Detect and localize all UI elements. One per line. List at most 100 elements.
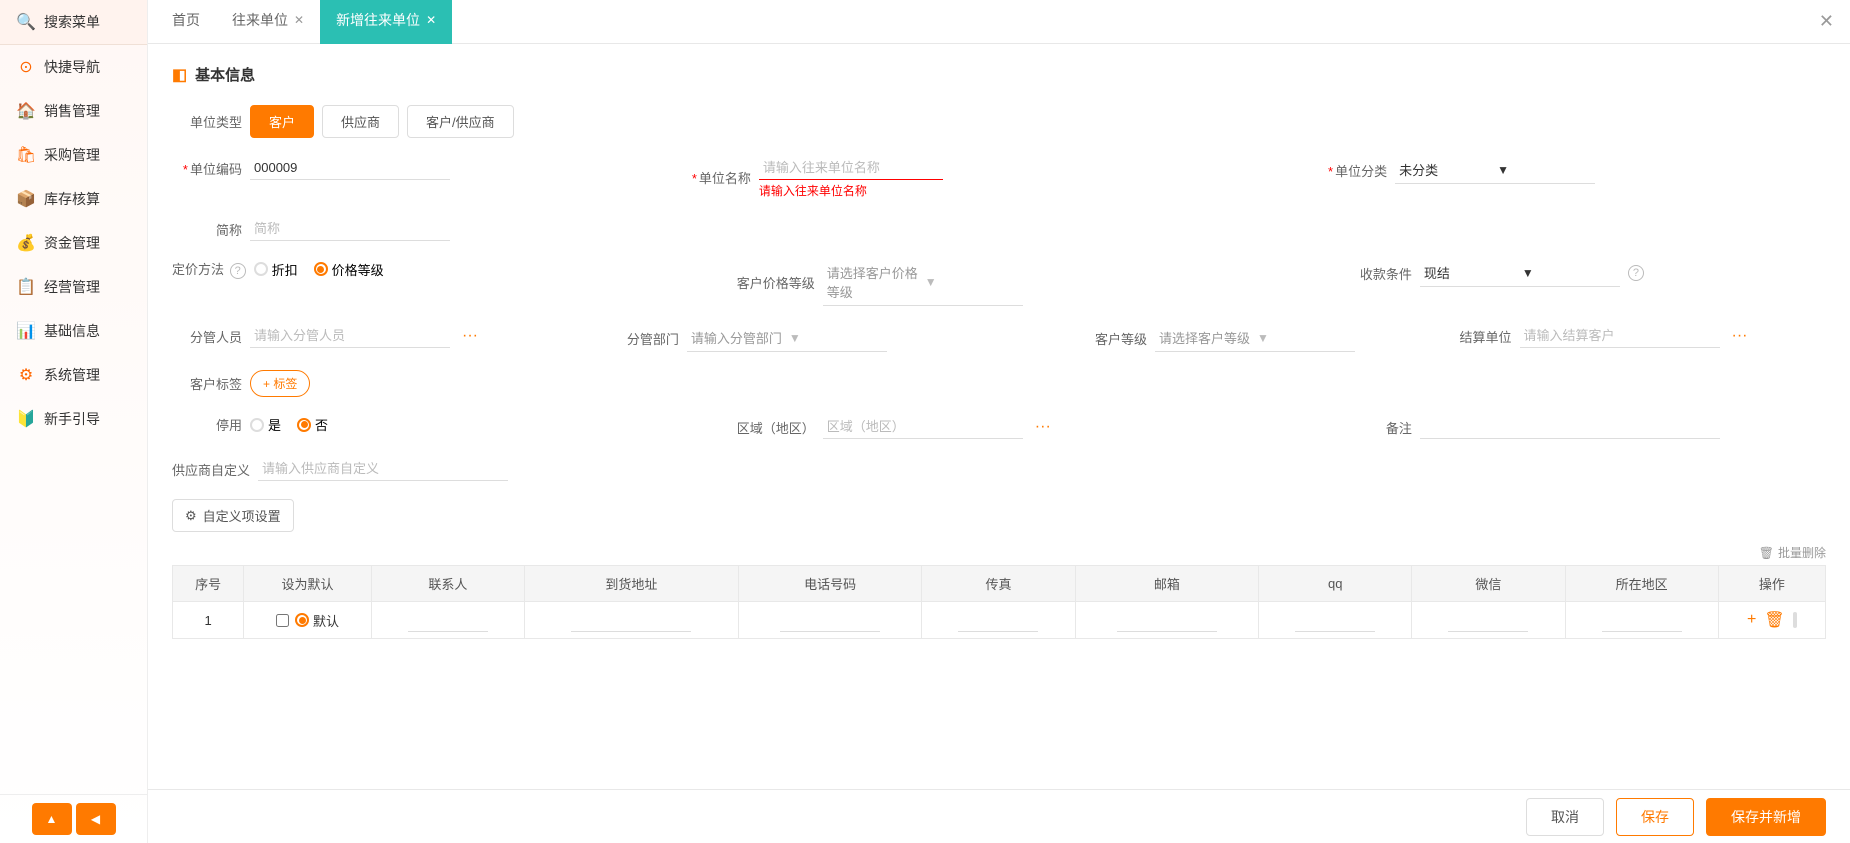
manager-input[interactable] [250,324,450,348]
notes-input[interactable] [1420,415,1720,439]
default-label: 默认 [313,611,339,630]
cell-phone [738,602,922,639]
row-checkbox[interactable] [276,614,289,627]
sidebar-item-operations[interactable]: 📋 经营管理 [0,265,147,309]
close-all-tabs-button[interactable]: ✕ [1811,11,1842,32]
save-button[interactable]: 保存 [1616,798,1694,836]
default-radio-circle [295,613,309,627]
radio-disable-yes[interactable]: 是 [250,415,281,434]
sidebar-bottom: ▲ ◀ [0,794,147,843]
manager-row: 分管人员 ··· 分管部门 请输入分管部门 ▼ 客户等级 请选择客户等级 ▼ 结… [172,324,1826,352]
fax-input[interactable] [958,608,1038,632]
payment-terms-help-icon[interactable]: ? [1628,265,1644,281]
tab-bar: 首页 往来单位 ✕ 新增往来单位 ✕ ✕ [148,0,1850,44]
purchase-icon: 🛍 [16,145,36,165]
sidebar-item-purchase[interactable]: 🛍 采购管理 [0,133,147,177]
col-fax: 传真 [922,566,1075,602]
tab-partner[interactable]: 往来单位 ✕ [216,0,320,44]
sidebar-item-search[interactable]: 🔍 搜索菜单 [0,0,147,45]
type-btn-supplier[interactable]: 供应商 [322,105,399,138]
cancel-button[interactable]: 取消 [1526,798,1604,836]
custom-settings-button[interactable]: ⚙ 自定义项设置 [172,499,294,532]
col-contact: 联系人 [371,566,524,602]
sidebar-item-finance[interactable]: 💰 资金管理 [0,221,147,265]
default-radio[interactable]: 默认 [295,611,339,630]
sidebar-item-guide[interactable]: 🔰 新手引导 [0,397,147,441]
qq-input[interactable] [1295,608,1375,632]
abbr-input[interactable] [250,217,450,241]
address-input[interactable] [571,608,691,632]
radio-disable-no-circle [297,418,311,432]
radio-discount[interactable]: 折扣 [254,260,298,279]
inventory-icon: 📦 [16,189,36,209]
region-field: 区域（地区） ··· [737,415,1342,439]
type-btn-customer[interactable]: 客户 [250,105,314,138]
region-label: 区域（地区） [737,418,815,437]
base-info-icon: 📊 [16,321,36,341]
delete-row-icon[interactable]: 🗑 [1764,610,1784,630]
radio-price-level[interactable]: 价格等级 [314,260,384,279]
abbr-field: 简称 [172,217,681,241]
settlement-unit-field: 结算单位 ··· [1452,324,1826,348]
supplier-custom-input[interactable] [258,457,508,481]
sidebar-item-system[interactable]: ⚙ 系统管理 [0,353,147,397]
batch-delete-label[interactable]: 批量删除 [1778,544,1826,561]
manager-dots-btn[interactable]: ··· [458,327,482,345]
pricing-help-icon[interactable]: ? [230,263,246,279]
manager-label: 分管人员 [172,327,242,346]
unit-code-input[interactable] [250,156,450,180]
type-btn-both[interactable]: 客户/供应商 [407,105,514,138]
disable-field: 停用 是 否 [172,415,737,434]
add-row-icon[interactable]: + [1747,611,1756,629]
custom-settings-icon: ⚙ [185,508,197,524]
supplier-custom-field: 供应商自定义 [172,457,1826,481]
region-input[interactable] [823,415,1023,439]
sidebar-toggle-btn[interactable]: ◀ [76,803,116,835]
unit-code-label: *单位编码 [172,159,242,178]
phone-input[interactable] [780,608,880,632]
cell-contact [371,602,524,639]
region-table-input[interactable] [1602,608,1682,632]
sidebar-item-quick-nav[interactable]: ⊙ 快捷导航 [0,45,147,89]
customer-price-level-select[interactable]: 请选择客户价格等级 ▼ [823,259,1023,306]
disable-radio-group: 是 否 [250,415,328,434]
unit-type-field: 单位类型 客户 供应商 客户/供应商 [172,105,1826,138]
manager-field: 分管人员 ··· [172,324,609,348]
department-placeholder: 请输入分管部门 [691,328,785,347]
sidebar-item-base-info[interactable]: 📊 基础信息 [0,309,147,353]
drag-handle[interactable] [1793,612,1797,628]
customer-level-placeholder: 请选择客户等级 [1159,328,1253,347]
wechat-input[interactable] [1448,608,1528,632]
unit-category-select[interactable]: 未分类 ▼ [1395,156,1595,184]
col-wechat: 微信 [1412,566,1565,602]
tab-home[interactable]: 首页 [156,0,216,44]
tab-new-partner-close[interactable]: ✕ [426,13,436,27]
table-header-row: 序号 设为默认 联系人 到货地址 电话号码 传真 邮箱 qq 微信 所在地区 操… [173,566,1826,602]
contact-table: 序号 设为默认 联系人 到货地址 电话号码 传真 邮箱 qq 微信 所在地区 操… [172,565,1826,639]
sidebar-collapse-btn[interactable]: ▲ [32,803,72,835]
sidebar-item-sales[interactable]: 🏠 销售管理 [0,89,147,133]
col-default: 设为默认 [244,566,371,602]
unit-main-row: *单位编码 *单位名称 请输入往来单位名称 *单位分类 未分类 ▼ [172,156,1826,199]
save-and-new-button[interactable]: 保存并新增 [1706,798,1826,836]
pricing-method-field: 定价方法 ? 折扣 价格等级 [172,259,737,279]
settlement-unit-input[interactable] [1520,324,1720,348]
pricing-method-label: 定价方法 ? [172,259,246,279]
radio-disable-no[interactable]: 否 [297,415,328,434]
tab-new-partner[interactable]: 新增往来单位 ✕ [320,0,452,44]
unit-name-input[interactable] [759,156,943,180]
add-tag-button[interactable]: + 标签 [250,370,310,397]
sidebar-search-label: 搜索菜单 [44,12,100,32]
system-icon: ⚙ [16,365,36,385]
tab-partner-close[interactable]: ✕ [294,13,304,27]
section-basic-info: ◧ 基本信息 [172,64,1826,85]
region-dots-btn[interactable]: ··· [1031,418,1055,436]
sidebar-item-inventory[interactable]: 📦 库存核算 [0,177,147,221]
department-select[interactable]: 请输入分管部门 ▼ [687,324,887,352]
department-label: 分管部门 [609,329,679,348]
email-input[interactable] [1117,608,1217,632]
contact-input[interactable] [408,608,488,632]
customer-level-select[interactable]: 请选择客户等级 ▼ [1155,324,1355,352]
settlement-unit-dots-btn[interactable]: ··· [1728,327,1752,345]
payment-terms-select[interactable]: 现结 ▼ [1420,259,1620,287]
